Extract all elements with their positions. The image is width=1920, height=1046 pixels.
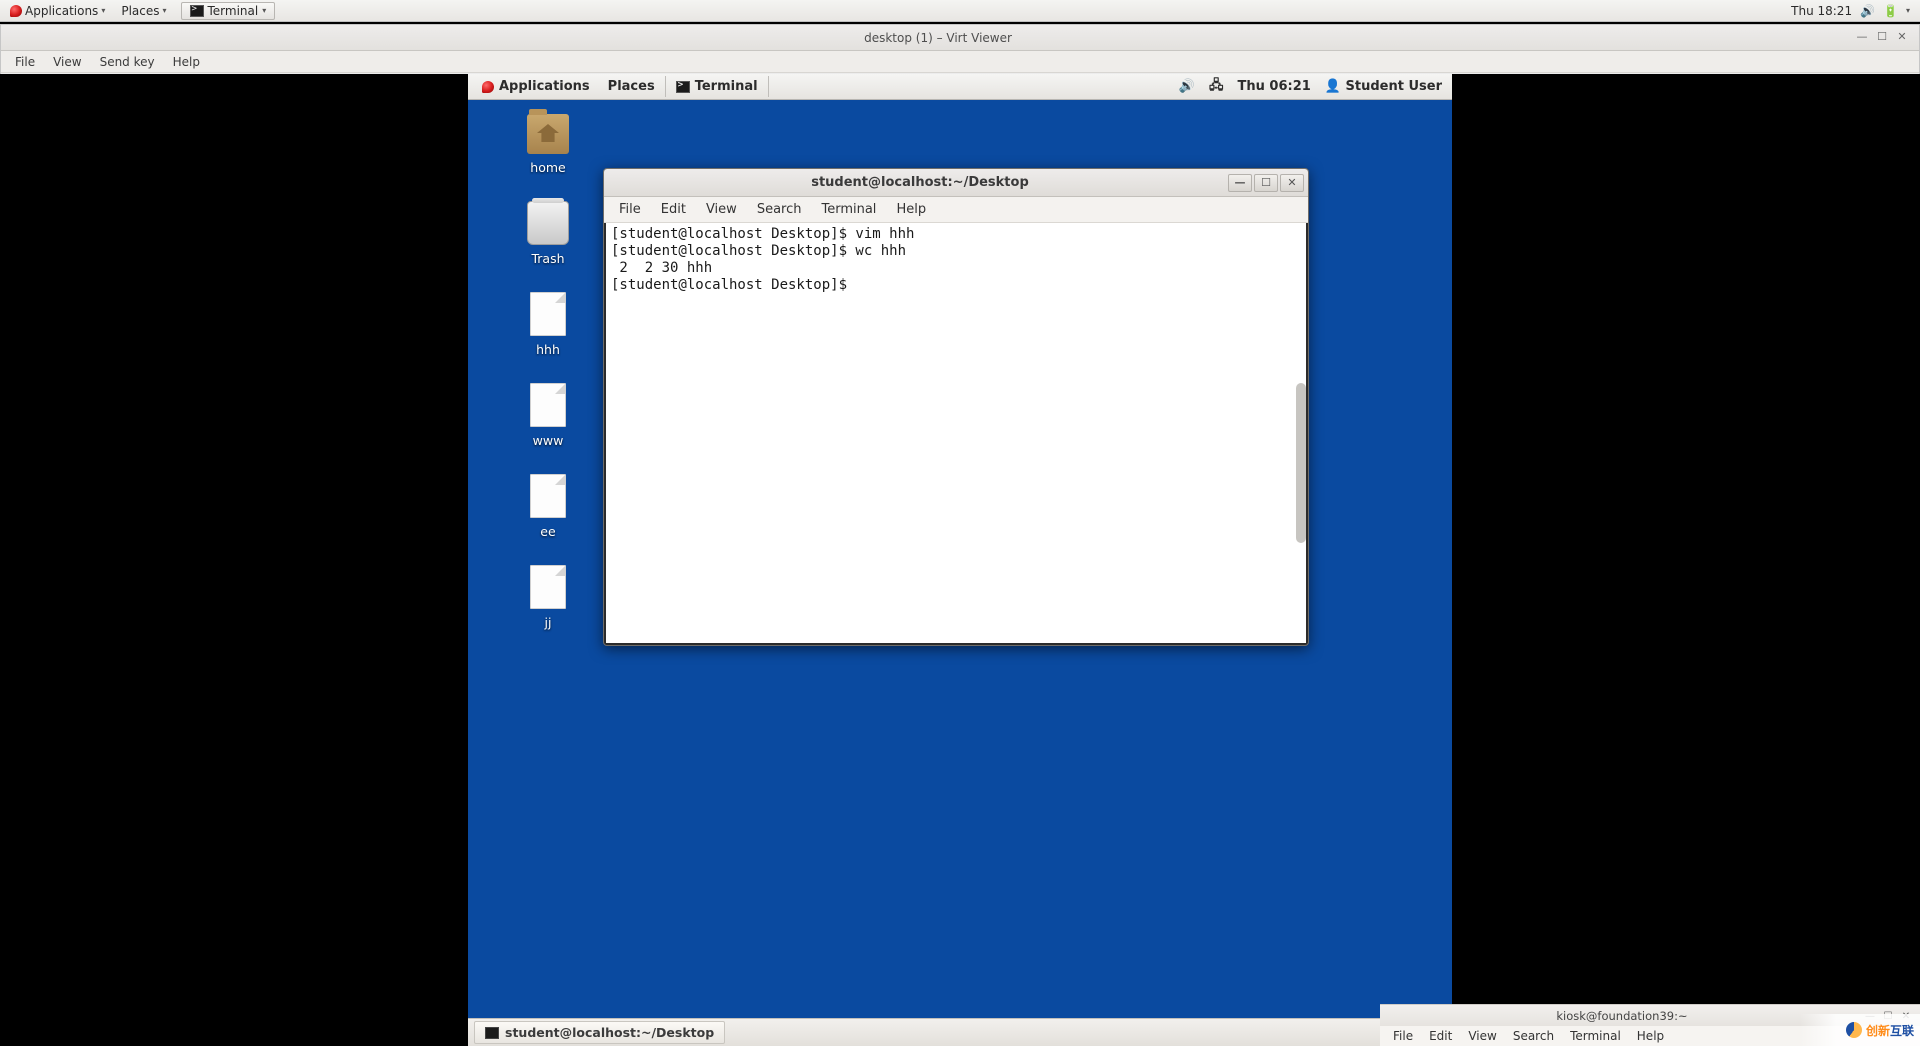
watermark: 创新互联 xyxy=(1800,1014,1920,1046)
desktop-icon-label: jj xyxy=(545,615,552,630)
terminal-menu-edit[interactable]: Edit xyxy=(652,199,695,220)
host-places-menu[interactable]: Places ▾ xyxy=(115,2,172,20)
guest-applications-menu[interactable]: Applications xyxy=(474,76,598,97)
chevron-down-icon: ▾ xyxy=(101,6,105,15)
host-top-panel: Applications ▾ Places ▾ Terminal ▾ Thu 1… xyxy=(0,0,1920,22)
guest-applications-label: Applications xyxy=(499,79,590,94)
desktop-icon-label: Trash xyxy=(531,251,564,266)
terminal-title: student@localhost:~/Desktop xyxy=(614,175,1226,190)
watermark-icon xyxy=(1846,1022,1862,1038)
terminal-window[interactable]: student@localhost:~/Desktop — ☐ ✕ File E… xyxy=(603,168,1309,646)
file-icon xyxy=(530,383,566,427)
user-menu[interactable]: 👤 Student User xyxy=(1325,79,1442,94)
host-terminal-menu-help[interactable]: Help xyxy=(1630,1027,1671,1045)
chevron-down-icon: ▾ xyxy=(262,6,266,15)
desktop-icon-label: home xyxy=(530,160,565,175)
guest-top-panel: Applications Places Terminal 🔊 🖧 Thu 06:… xyxy=(468,74,1452,100)
close-button[interactable]: ✕ xyxy=(1280,174,1304,192)
host-task-terminal[interactable]: Terminal ▾ xyxy=(181,2,276,20)
desktop-icon-label: hhh xyxy=(536,342,560,357)
virt-viewer-menubar: File View Send key Help xyxy=(1,51,1919,73)
terminal-line: 2 2 30 hhh xyxy=(611,260,712,276)
desktop-icon-label: ee xyxy=(540,524,555,539)
redhat-icon xyxy=(482,81,494,93)
network-icon[interactable]: 🖧 xyxy=(1209,76,1224,98)
host-terminal-menu-file[interactable]: File xyxy=(1386,1027,1420,1045)
terminal-titlebar[interactable]: student@localhost:~/Desktop — ☐ ✕ xyxy=(604,169,1308,197)
guest-taskbar: student@localhost:~/Desktop xyxy=(468,1018,1452,1046)
desktop-icon-ee[interactable]: ee xyxy=(508,474,588,539)
guest-task-terminal[interactable]: Terminal xyxy=(665,76,769,97)
guest-places-label: Places xyxy=(608,79,655,94)
host-terminal-menu-search[interactable]: Search xyxy=(1506,1027,1561,1045)
guest-task-terminal-label: Terminal xyxy=(695,79,758,94)
guest-user-label: Student User xyxy=(1346,79,1442,94)
volume-icon[interactable]: 🔊 xyxy=(1179,79,1195,94)
host-task-terminal-label: Terminal xyxy=(208,4,259,18)
terminal-line: [student@localhost Desktop]$ wc hhh xyxy=(611,243,906,259)
minimize-button[interactable]: — xyxy=(1855,31,1869,45)
host-clock[interactable]: Thu 18:21 xyxy=(1791,4,1852,18)
taskbar-terminal-label: student@localhost:~/Desktop xyxy=(505,1025,714,1040)
host-applications-menu[interactable]: Applications ▾ xyxy=(4,2,111,20)
guest-places-menu[interactable]: Places xyxy=(600,76,663,97)
terminal-icon xyxy=(485,1027,499,1039)
host-terminal-menu-view[interactable]: View xyxy=(1461,1027,1503,1045)
virt-menu-file[interactable]: File xyxy=(7,53,43,71)
terminal-icon xyxy=(190,5,204,17)
terminal-body[interactable]: [student@localhost Desktop]$ vim hhh [st… xyxy=(606,223,1306,643)
terminal-menu-file[interactable]: File xyxy=(610,199,650,220)
chevron-down-icon: ▾ xyxy=(162,6,166,15)
terminal-menu-help[interactable]: Help xyxy=(887,199,935,220)
maximize-button[interactable]: ☐ xyxy=(1254,174,1278,192)
virt-menu-help[interactable]: Help xyxy=(165,53,208,71)
volume-icon[interactable]: 🔊 xyxy=(1860,4,1875,18)
host-terminal-menu-terminal[interactable]: Terminal xyxy=(1563,1027,1628,1045)
minimize-button[interactable]: — xyxy=(1228,174,1252,192)
close-button[interactable]: ✕ xyxy=(1895,31,1909,45)
host-terminal-title: kiosk@foundation39:~ xyxy=(1380,1009,1864,1023)
virt-viewer-title: desktop (1) – Virt Viewer xyxy=(21,31,1855,45)
vm-viewport: Applications Places Terminal 🔊 🖧 Thu 06:… xyxy=(0,74,1920,1046)
desktop-icon-trash[interactable]: Trash xyxy=(508,201,588,266)
user-icon: 👤 xyxy=(1325,79,1341,94)
terminal-menu-search[interactable]: Search xyxy=(748,199,811,220)
terminal-menu-terminal[interactable]: Terminal xyxy=(812,199,885,220)
terminal-menubar: File Edit View Search Terminal Help xyxy=(604,197,1308,223)
file-icon xyxy=(530,292,566,336)
terminal-line: [student@localhost Desktop]$ vim hhh xyxy=(611,226,914,242)
host-tray: Thu 18:21 🔊 🔋 ▾ xyxy=(1791,4,1916,18)
host-applications-label: Applications xyxy=(25,4,98,18)
desktop-icon-home[interactable]: home xyxy=(508,114,588,175)
host-terminal-menu-edit[interactable]: Edit xyxy=(1422,1027,1459,1045)
virt-menu-sendkey[interactable]: Send key xyxy=(92,53,163,71)
desktop-icon-label: www xyxy=(533,433,564,448)
scrollbar-thumb[interactable] xyxy=(1296,383,1306,543)
watermark-text-1: 创新 xyxy=(1866,1022,1890,1039)
host-places-label: Places xyxy=(121,4,159,18)
desktop-icon-www[interactable]: www xyxy=(508,383,588,448)
redhat-icon xyxy=(10,5,22,17)
terminal-icon xyxy=(676,81,690,93)
guest-clock[interactable]: Thu 06:21 xyxy=(1238,79,1311,94)
desktop-icon-jj[interactable]: jj xyxy=(508,565,588,630)
battery-icon[interactable]: 🔋 xyxy=(1883,4,1898,18)
desktop-icon-hhh[interactable]: hhh xyxy=(508,292,588,357)
folder-home-icon xyxy=(527,114,569,154)
terminal-line: [student@localhost Desktop]$ xyxy=(611,277,855,293)
taskbar-terminal-button[interactable]: student@localhost:~/Desktop xyxy=(474,1021,725,1044)
virt-menu-view[interactable]: View xyxy=(45,53,89,71)
terminal-scrollbar[interactable] xyxy=(1294,223,1306,643)
file-icon xyxy=(530,565,566,609)
virt-viewer-titlebar[interactable]: desktop (1) – Virt Viewer — ☐ ✕ xyxy=(1,25,1919,51)
file-icon xyxy=(530,474,566,518)
trash-icon xyxy=(527,201,569,245)
desktop-icons: home Trash hhh www ee jj xyxy=(508,114,588,630)
maximize-button[interactable]: ☐ xyxy=(1875,31,1889,45)
chevron-down-icon[interactable]: ▾ xyxy=(1906,6,1910,15)
terminal-menu-view[interactable]: View xyxy=(697,199,746,220)
watermark-text-2: 互联 xyxy=(1890,1022,1914,1039)
vm-screen[interactable]: Applications Places Terminal 🔊 🖧 Thu 06:… xyxy=(468,74,1452,1046)
